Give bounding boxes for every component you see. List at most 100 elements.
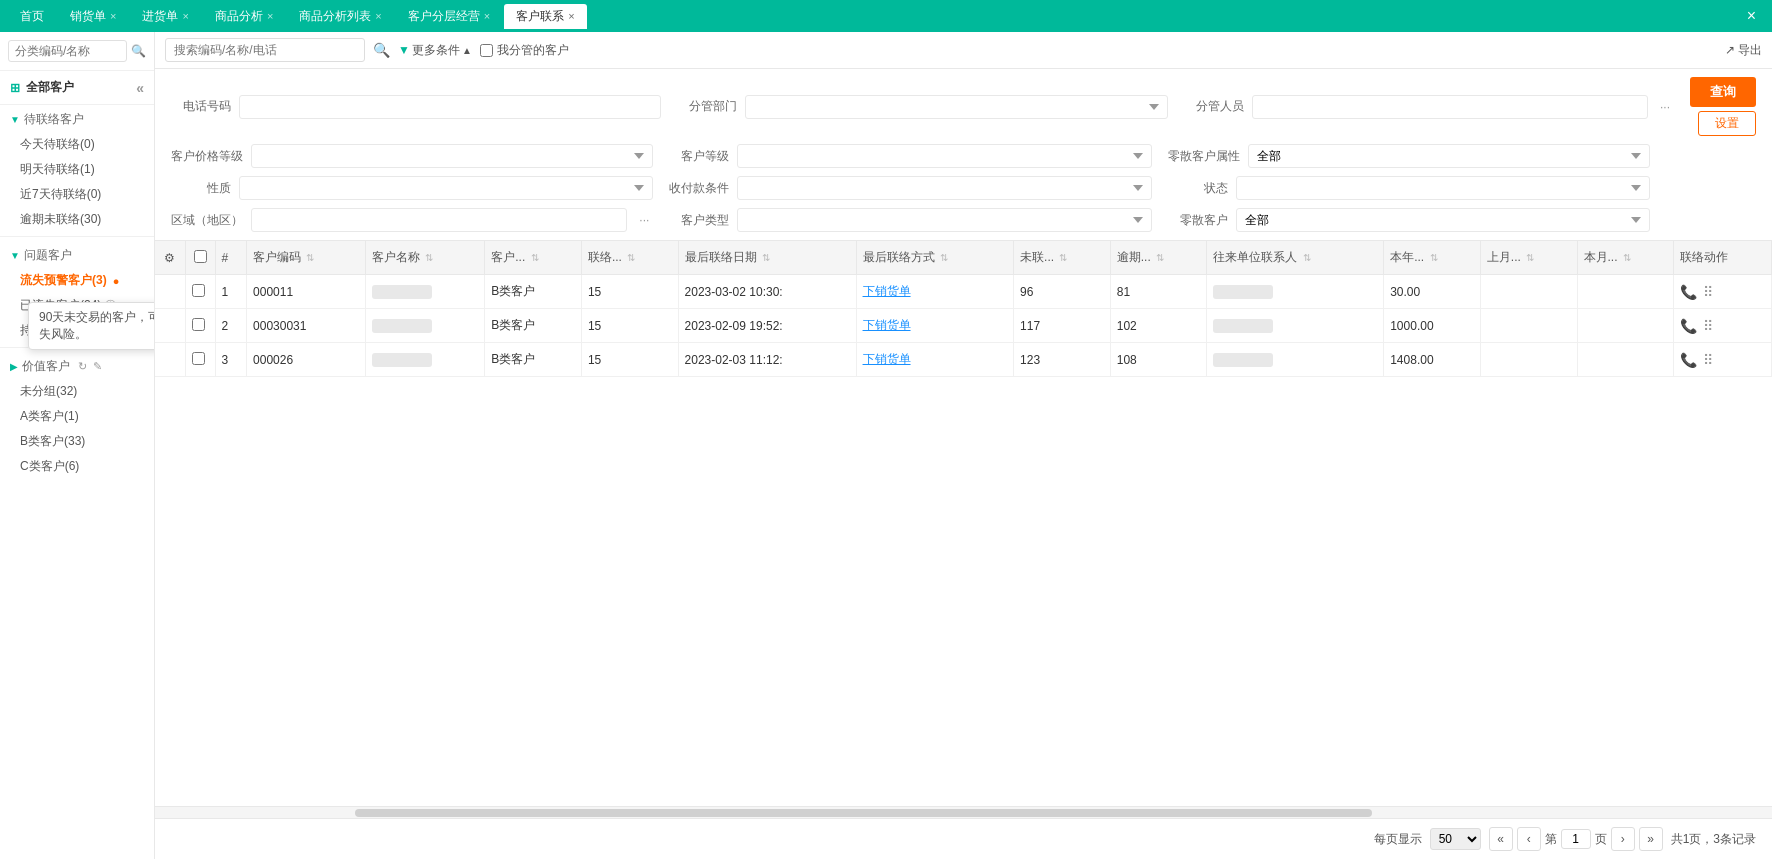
arrow-down-icon: ▼: [10, 114, 20, 125]
close-sales-order-icon[interactable]: ×: [110, 10, 116, 22]
sidebar-item-ungrouped[interactable]: 未分组(32): [0, 379, 154, 404]
contact-icon-1[interactable]: 📞: [1680, 318, 1697, 334]
value-refresh-icon[interactable]: ↻: [78, 360, 87, 373]
tab-customer-contact[interactable]: 客户联系 ×: [504, 4, 586, 29]
scrollbar-thumb[interactable]: [355, 809, 1372, 817]
td-overdue-1: 102: [1110, 309, 1207, 343]
sidebar-item-class-b[interactable]: B类客户(33): [0, 429, 154, 454]
cust-type-select[interactable]: [737, 208, 1151, 232]
th-code[interactable]: 客户编码 ⇅: [247, 241, 366, 275]
person-dots-icon[interactable]: ···: [1656, 100, 1674, 114]
th-check[interactable]: [185, 241, 215, 275]
th-gear[interactable]: ⚙: [155, 241, 185, 275]
td-check-0[interactable]: [185, 275, 215, 309]
cust-level-select[interactable]: [737, 144, 1151, 168]
tab-purchase-order[interactable]: 进货单 ×: [130, 4, 200, 29]
nature-select[interactable]: [239, 176, 653, 200]
last-page-button[interactable]: »: [1639, 827, 1663, 851]
prev-page-button[interactable]: ‹: [1517, 827, 1541, 851]
td-check-1[interactable]: [185, 309, 215, 343]
th-last-contact-date[interactable]: 最后联络日期 ⇅: [678, 241, 856, 275]
page-number-input[interactable]: [1561, 829, 1591, 849]
th-level[interactable]: 客户... ⇅: [485, 241, 582, 275]
close-customer-segment-icon[interactable]: ×: [484, 10, 490, 22]
th-last-contact-method[interactable]: 最后联络方式 ⇅: [856, 241, 1014, 275]
td-last-method-1[interactable]: 下销货单: [856, 309, 1014, 343]
table-footer: 每页显示 50 10 20 100 « ‹ 第 页 › » 共1页，3条记录: [155, 818, 1772, 859]
td-name-0: [366, 275, 485, 309]
region-input[interactable]: [251, 208, 627, 232]
table-row: 3 000026 B类客户 15 2023-02-03 11:12: 下销货单 …: [155, 343, 1772, 377]
person-input[interactable]: [1252, 95, 1648, 119]
phone-input[interactable]: [239, 95, 661, 119]
sidebar-item-tomorrow-contact[interactable]: 明天待联络(1): [0, 157, 154, 182]
sidebar-item-class-a[interactable]: A类客户(1): [0, 404, 154, 429]
sidebar-item-class-c[interactable]: C类客户(6): [0, 454, 154, 479]
tab-product-analysis-list[interactable]: 商品分析列表 ×: [287, 4, 393, 29]
tab-home[interactable]: 首页: [8, 4, 56, 29]
price-level-label: 客户价格等级: [171, 148, 243, 165]
close-customer-contact-icon[interactable]: ×: [568, 10, 574, 22]
dept-select[interactable]: [745, 95, 1167, 119]
tab-customer-segment[interactable]: 客户分层经营 ×: [396, 4, 502, 29]
sidebar-item-overdue-contact[interactable]: 逾期未联络(30): [0, 207, 154, 232]
next-page-button[interactable]: ›: [1611, 827, 1635, 851]
export-button[interactable]: ↗ 导出: [1725, 42, 1762, 59]
group-value-customers[interactable]: ▶ 价值客户 ↻ ✎: [0, 352, 154, 379]
group-problem-customers[interactable]: ▼ 问题客户: [0, 241, 154, 268]
more-action-icon-1[interactable]: ⠿: [1703, 318, 1713, 334]
search-button-icon[interactable]: 🔍: [373, 42, 390, 58]
td-last-method-2[interactable]: 下销货单: [856, 343, 1014, 377]
search-input[interactable]: [165, 38, 365, 62]
close-product-analysis-icon[interactable]: ×: [267, 10, 273, 22]
payment-select[interactable]: [737, 176, 1151, 200]
status-select[interactable]: [1236, 176, 1650, 200]
row-checkbox-1[interactable]: [192, 318, 205, 331]
th-overdue[interactable]: 逾期... ⇅: [1110, 241, 1207, 275]
all-customers-header[interactable]: ⊞ 全部客户 «: [0, 71, 154, 105]
sidebar-search-icon[interactable]: 🔍: [131, 44, 146, 58]
th-this-month[interactable]: 本月... ⇅: [1577, 241, 1674, 275]
filter-row-3: 性质 收付款条件 状态: [171, 176, 1756, 200]
th-this-year[interactable]: 本年... ⇅: [1384, 241, 1481, 275]
retail-attr-select[interactable]: 全部: [1248, 144, 1650, 168]
close-purchase-order-icon[interactable]: ×: [182, 10, 188, 22]
page-size-label: 每页显示: [1374, 831, 1422, 848]
row-checkbox-2[interactable]: [192, 352, 205, 365]
sidebar-search-input[interactable]: [8, 40, 127, 62]
th-contacts[interactable]: 联络... ⇅: [581, 241, 678, 275]
th-not-contacted[interactable]: 未联... ⇅: [1014, 241, 1111, 275]
horizontal-scrollbar[interactable]: [155, 806, 1772, 818]
th-name[interactable]: 客户名称 ⇅: [366, 241, 485, 275]
contact-icon-2[interactable]: 📞: [1680, 352, 1697, 368]
close-product-analysis-list-icon[interactable]: ×: [375, 10, 381, 22]
tab-sales-order[interactable]: 销货单 ×: [58, 4, 128, 29]
more-action-icon-0[interactable]: ⠿: [1703, 284, 1713, 300]
query-button[interactable]: 查询: [1690, 77, 1756, 107]
td-last-method-0[interactable]: 下销货单: [856, 275, 1014, 309]
more-action-icon-2[interactable]: ⠿: [1703, 352, 1713, 368]
region-dots-icon[interactable]: ···: [635, 213, 653, 227]
my-customers-checkbox-label[interactable]: 我分管的客户: [480, 42, 569, 59]
th-last-month[interactable]: 上月... ⇅: [1480, 241, 1577, 275]
price-level-select[interactable]: [251, 144, 653, 168]
sidebar-item-churn-warning[interactable]: 流失预警客户(3) ●: [0, 268, 154, 293]
first-page-button[interactable]: «: [1489, 827, 1513, 851]
tab-product-analysis[interactable]: 商品分析 ×: [203, 4, 285, 29]
row-checkbox-0[interactable]: [192, 284, 205, 297]
my-customers-checkbox[interactable]: [480, 44, 493, 57]
retail-cust-select[interactable]: 全部: [1236, 208, 1650, 232]
close-all-icon[interactable]: ×: [1739, 7, 1764, 25]
sidebar-item-7day-contact[interactable]: 近7天待联络(0): [0, 182, 154, 207]
td-check-2[interactable]: [185, 343, 215, 377]
select-all-checkbox[interactable]: [194, 250, 207, 263]
group-pending-contact[interactable]: ▼ 待联络客户: [0, 105, 154, 132]
value-edit-icon[interactable]: ✎: [93, 360, 102, 373]
contact-icon-0[interactable]: 📞: [1680, 284, 1697, 300]
more-conditions-button[interactable]: ▼ 更多条件 ▲: [398, 42, 472, 59]
page-size-select[interactable]: 50 10 20 100: [1430, 828, 1481, 850]
th-unit-contact[interactable]: 往来单位联系人 ⇅: [1207, 241, 1384, 275]
settings-button[interactable]: 设置: [1698, 111, 1756, 136]
sidebar-collapse-icon[interactable]: «: [136, 80, 144, 96]
sidebar-item-today-contact[interactable]: 今天待联络(0): [0, 132, 154, 157]
